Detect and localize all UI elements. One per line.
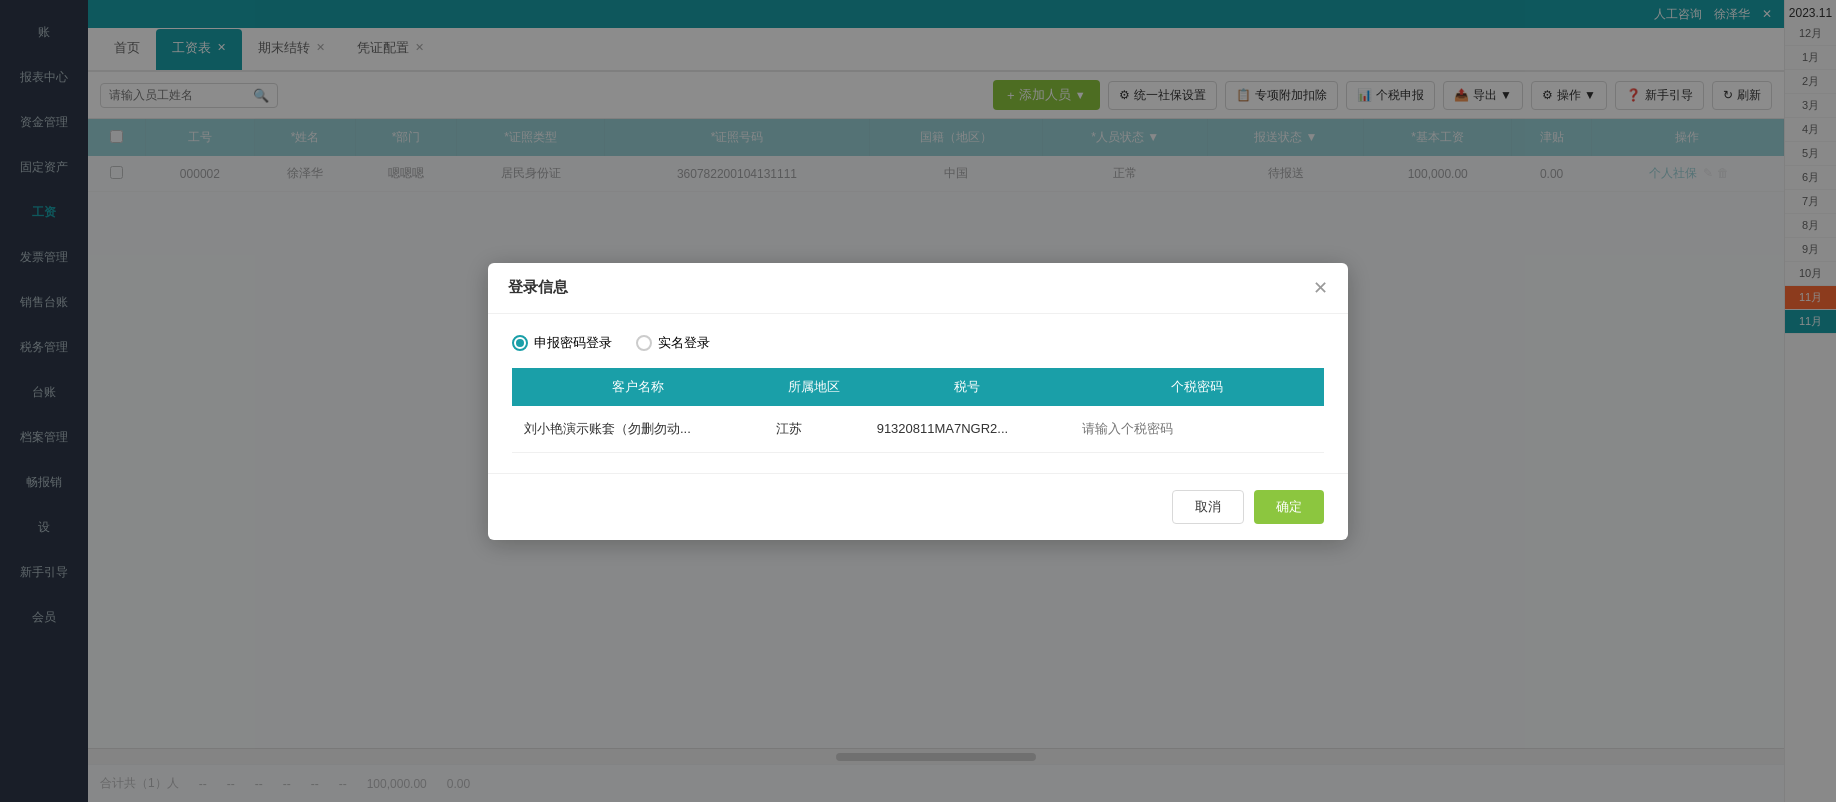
radio-shiming[interactable]: 实名登录 <box>636 334 710 352</box>
password-input[interactable] <box>1082 421 1312 436</box>
modal-col-taxnum: 税号 <box>865 368 1071 406</box>
modal-col-password: 个税密码 <box>1070 368 1324 406</box>
modal-table: 客户名称 所属地区 税号 个税密码 刘小艳演示账套（勿删勿动... 江苏 913… <box>512 368 1324 453</box>
radio-shenbaomima[interactable]: 申报密码登录 <box>512 334 612 352</box>
modal-table-row: 刘小艳演示账套（勿删勿动... 江苏 91320811MA7NGR2... <box>512 406 1324 453</box>
radio-group: 申报密码登录 实名登录 <box>512 334 1324 352</box>
modal-taxnum: 91320811MA7NGR2... <box>865 406 1071 453</box>
radio-shenbaomima-circle <box>512 335 528 351</box>
modal-region: 江苏 <box>764 406 864 453</box>
modal-col-client: 客户名称 <box>512 368 764 406</box>
modal-client-name: 刘小艳演示账套（勿删勿动... <box>512 406 764 453</box>
modal-password-field[interactable] <box>1070 406 1324 453</box>
radio-shiming-label: 实名登录 <box>658 334 710 352</box>
modal-col-region: 所属地区 <box>764 368 864 406</box>
radio-shenbaomima-label: 申报密码登录 <box>534 334 612 352</box>
modal: 登录信息 ✕ 申报密码登录 实名登录 客户名称 所属地区 <box>488 263 1348 540</box>
modal-overlay: 登录信息 ✕ 申报密码登录 实名登录 客户名称 所属地区 <box>0 0 1836 802</box>
modal-close-icon[interactable]: ✕ <box>1313 277 1328 299</box>
cancel-button[interactable]: 取消 <box>1172 490 1244 524</box>
modal-title: 登录信息 <box>508 278 568 297</box>
modal-header: 登录信息 ✕ <box>488 263 1348 314</box>
modal-footer: 取消 确定 <box>488 473 1348 540</box>
radio-shiming-circle <box>636 335 652 351</box>
confirm-button[interactable]: 确定 <box>1254 490 1324 524</box>
modal-body: 申报密码登录 实名登录 客户名称 所属地区 税号 个税密码 <box>488 314 1348 473</box>
